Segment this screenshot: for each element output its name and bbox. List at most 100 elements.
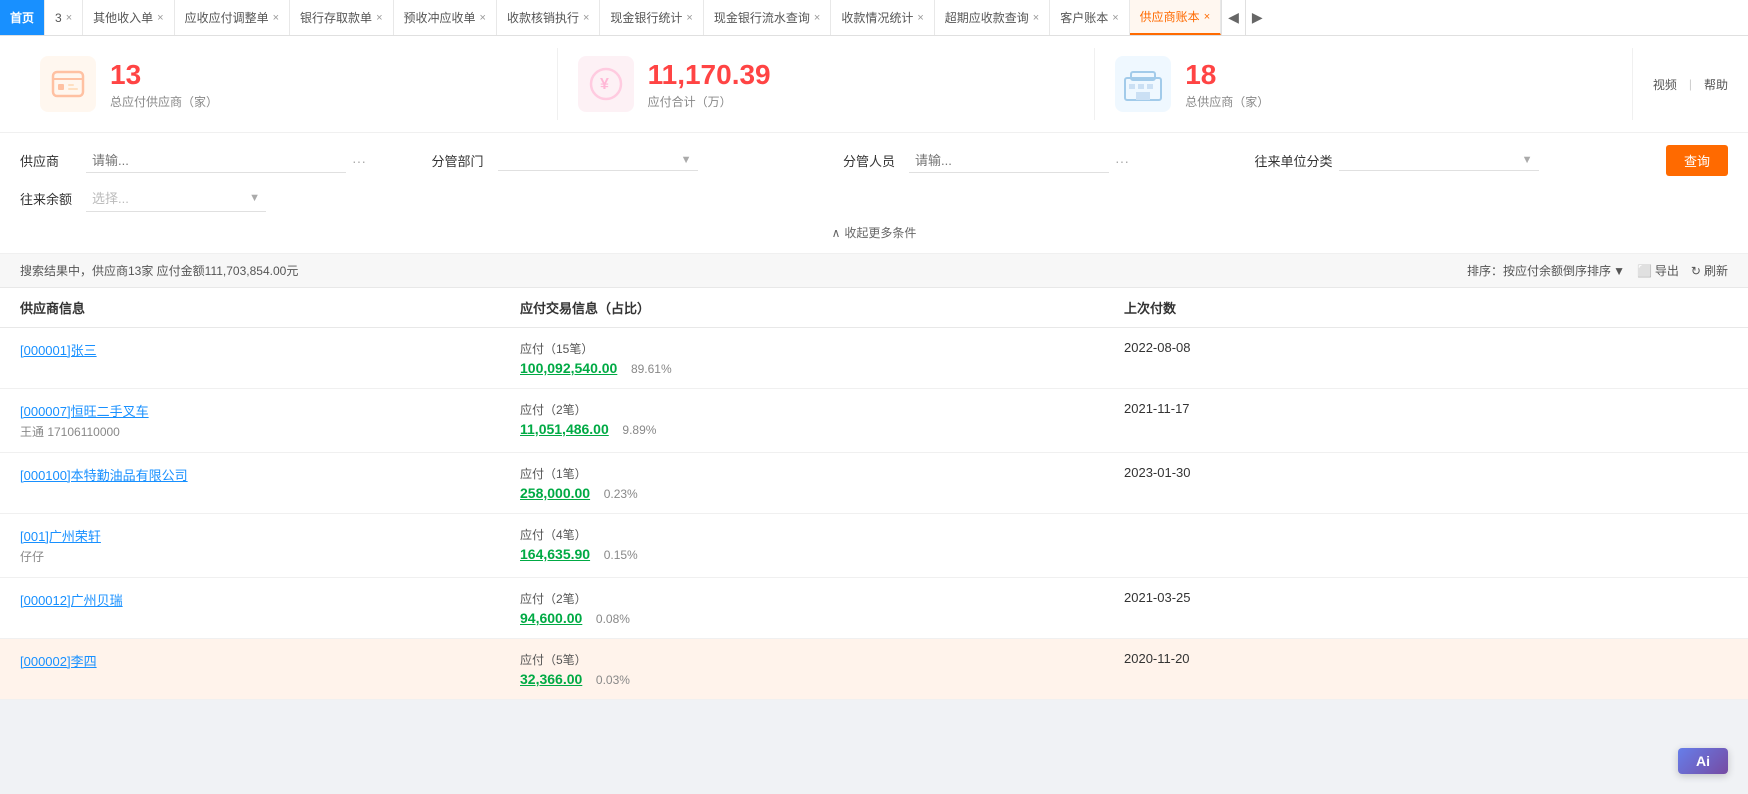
table-row: [000100]本特勤油品有限公司 应付（1笔） 258,000.00 0.23… (0, 453, 1748, 514)
nav-tab-receipt[interactable]: 收款核销执行 × (497, 0, 600, 35)
nav-tab-customer-ledger-label: 客户账本 (1060, 9, 1108, 26)
nav-tab-3-close[interactable]: × (66, 12, 72, 24)
supplier-cell-0: [000001]张三 (20, 340, 520, 359)
last-pay-5: 2020-11-20 (1124, 651, 1728, 666)
nav-tab-customer-ledger[interactable]: 客户账本 × (1050, 0, 1129, 35)
col-header-tx: 应付交易信息（占比） (520, 298, 1124, 317)
person-filter-input[interactable] (909, 149, 1109, 173)
svg-text:¥: ¥ (600, 76, 609, 93)
tx-amount-3[interactable]: 164,635.90 (520, 546, 590, 562)
total-suppliers-icon (1115, 56, 1171, 112)
result-bar: 搜索结果中，供应商13家 应付金额111,703,854.00元 排序：按应付余… (0, 254, 1748, 288)
summary-card-payable-total: ¥ 11,170.39 应付合计（万） (558, 48, 1096, 120)
supplier-filter-dots[interactable]: ··· (352, 153, 366, 169)
person-filter-label: 分管人员 (843, 151, 903, 170)
nav-tab-other-income-close[interactable]: × (157, 12, 163, 24)
refresh-label: 刷新 (1704, 262, 1728, 279)
tx-percent-5: 0.03% (596, 673, 630, 687)
tx-amount-4[interactable]: 94,600.00 (520, 610, 582, 626)
payable-total-label: 应付合计（万） (648, 93, 771, 110)
balance-filter-select[interactable]: 选择... ▼ (86, 184, 266, 212)
tx-amount-0[interactable]: 100,092,540.00 (520, 360, 617, 376)
nav-tab-3[interactable]: 3 × (45, 0, 83, 35)
nav-tab-prepay-close[interactable]: × (480, 12, 486, 24)
tx-label-2: 应付（1笔） (520, 465, 1124, 482)
nav-tab-cash-flow[interactable]: 现金银行流水查询 × (704, 0, 831, 35)
supplier-link-2[interactable]: [000100]本特勤油品有限公司 (20, 465, 520, 484)
supplier-filter-label: 供应商 (20, 151, 80, 170)
summary-info-payable-total: 11,170.39 应付合计（万） (648, 58, 771, 111)
help-link[interactable]: 帮助 (1704, 76, 1728, 93)
nav-tab-ar-adjust[interactable]: 应收应付调整单 × (175, 0, 290, 35)
balance-chevron-icon: ▼ (249, 192, 260, 204)
last-pay-4: 2021-03-25 (1124, 590, 1728, 605)
table-row: [001]广州荣轩 仔仔 应付（4笔） 164,635.90 0.15% (0, 514, 1748, 578)
col-header-supplier: 供应商信息 (20, 298, 520, 317)
actions-divider: | (1689, 77, 1692, 91)
query-button[interactable]: 查询 (1666, 145, 1728, 176)
nav-tab-ar-adjust-close[interactable]: × (273, 12, 279, 24)
nav-tab-cash-stat-close[interactable]: × (686, 12, 692, 24)
payable-suppliers-label: 总应付供应商（家） (110, 93, 218, 110)
summary-card-total-suppliers: 18 总供应商（家） (1095, 48, 1633, 120)
nav-tab-other-income[interactable]: 其他收入单 × (83, 0, 174, 35)
tx-cell-5: 应付（5笔） 32,366.00 0.03% (520, 651, 1124, 687)
nav-tab-bank[interactable]: 银行存取款单 × (290, 0, 393, 35)
export-icon: ⬜ (1637, 264, 1652, 278)
ai-button[interactable]: Ai (1678, 748, 1728, 774)
supplier-link-0[interactable]: [000001]张三 (20, 340, 520, 359)
nav-tab-receipt-stat-label: 收款情况统计 (841, 9, 913, 26)
payable-suppliers-icon (40, 56, 96, 112)
supplier-filter-input[interactable] (86, 149, 346, 173)
tx-amount-2[interactable]: 258,000.00 (520, 485, 590, 501)
supplier-link-3[interactable]: [001]广州荣轩 (20, 526, 520, 545)
nav-tab-prepay[interactable]: 预收冲应收单 × (394, 0, 497, 35)
nav-next-arrow[interactable]: ▶ (1245, 0, 1269, 35)
supplier-link-4[interactable]: [000012]广州贝瑞 (20, 590, 520, 609)
nav-tab-home-label: 首页 (10, 9, 34, 26)
nav-tab-receipt-close[interactable]: × (583, 12, 589, 24)
tx-label-0: 应付（15笔） (520, 340, 1124, 357)
filter-item-person: 分管人员 ··· (843, 149, 1239, 173)
nav-tab-receipt-stat-close[interactable]: × (917, 12, 923, 24)
nav-tab-home[interactable]: 首页 (0, 0, 45, 35)
filter-bar: 供应商 ··· 分管部门 ▼ 分管人员 ··· 往来单位分类 ▼ 查询 往来 (0, 133, 1748, 254)
nav-tab-supplier-ledger[interactable]: 供应商账本 × (1130, 0, 1221, 35)
tx-cell-1: 应付（2笔） 11,051,486.00 9.89% (520, 401, 1124, 437)
table-row: [000002]李四 应付（5笔） 32,366.00 0.03% 2020-1… (0, 639, 1748, 700)
person-filter-dots[interactable]: ··· (1115, 153, 1129, 169)
category-filter-select[interactable]: ▼ (1339, 150, 1539, 171)
supplier-link-1[interactable]: [000007]恒旺二手叉车 (20, 401, 520, 420)
supplier-link-5[interactable]: [000002]李四 (20, 651, 520, 670)
collapse-button[interactable]: ∧ 收起更多条件 (20, 220, 1728, 245)
nav-tab-bank-close[interactable]: × (376, 12, 382, 24)
nav-tab-overdue-close[interactable]: × (1033, 12, 1039, 24)
tx-percent-2: 0.23% (604, 487, 638, 501)
nav-tab-cash-stat[interactable]: 现金银行统计 × (600, 0, 703, 35)
filter-row-1: 供应商 ··· 分管部门 ▼ 分管人员 ··· 往来单位分类 ▼ 查询 (20, 145, 1728, 176)
refresh-icon: ↻ (1691, 264, 1701, 278)
table-body: [000001]张三 应付（15笔） 100,092,540.00 89.61%… (0, 328, 1748, 700)
export-button[interactable]: ⬜ 导出 (1637, 262, 1679, 279)
total-suppliers-label: 总供应商（家） (1185, 93, 1269, 110)
summary-info-total-suppliers: 18 总供应商（家） (1185, 58, 1269, 111)
nav-prev-arrow[interactable]: ◀ (1221, 0, 1245, 35)
nav-tab-cash-flow-close[interactable]: × (814, 12, 820, 24)
nav-tab-bank-label: 银行存取款单 (300, 9, 372, 26)
supplier-cell-3: [001]广州荣轩 仔仔 (20, 526, 520, 565)
tx-percent-3: 0.15% (604, 548, 638, 562)
payable-total-icon: ¥ (578, 56, 634, 112)
refresh-button[interactable]: ↻ 刷新 (1691, 262, 1728, 279)
nav-tab-supplier-ledger-close[interactable]: × (1204, 11, 1210, 23)
tx-amount-1[interactable]: 11,051,486.00 (520, 421, 609, 437)
tx-label-4: 应付（2笔） (520, 590, 1124, 607)
tx-percent-4: 0.08% (596, 612, 630, 626)
video-link[interactable]: 视频 (1653, 76, 1677, 93)
sort-button[interactable]: 排序：按应付余额倒序排序 ▼ (1467, 262, 1625, 279)
dept-filter-select[interactable]: ▼ (498, 150, 698, 171)
tx-amount-5[interactable]: 32,366.00 (520, 671, 582, 687)
summary-actions: 视频 | 帮助 (1633, 76, 1728, 93)
nav-tab-customer-ledger-close[interactable]: × (1112, 12, 1118, 24)
nav-tab-overdue[interactable]: 超期应收款查询 × (935, 0, 1050, 35)
nav-tab-receipt-stat[interactable]: 收款情况统计 × (831, 0, 934, 35)
